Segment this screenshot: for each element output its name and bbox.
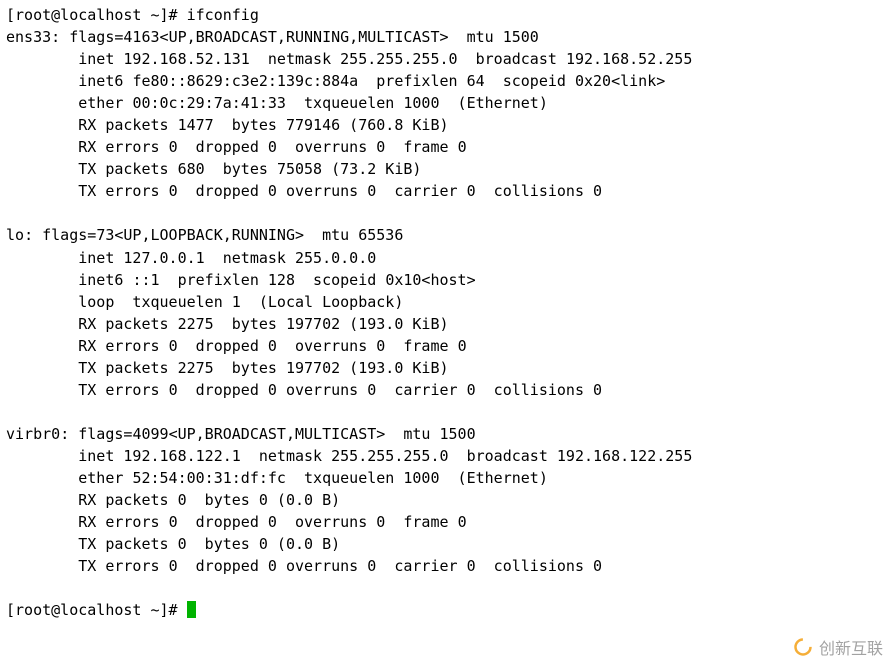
iface-virbr0-tx-errors: TX errors 0 dropped 0 overruns 0 carrier… bbox=[78, 557, 602, 575]
watermark-text: 创新互联 bbox=[819, 635, 883, 659]
iface-lo-tx-errors: TX errors 0 dropped 0 overruns 0 carrier… bbox=[78, 381, 602, 399]
iface-virbr0-tx-packets: TX packets 0 bytes 0 (0.0 B) bbox=[78, 535, 340, 553]
iface-lo-rx-packets: RX packets 2275 bytes 197702 (193.0 KiB) bbox=[78, 315, 448, 333]
iface-lo-tx-packets: TX packets 2275 bytes 197702 (193.0 KiB) bbox=[78, 359, 448, 377]
iface-ens33-inet6: inet6 fe80::8629:c3e2:139c:884a prefixle… bbox=[78, 72, 665, 90]
iface-ens33-header: ens33: flags=4163<UP,BROADCAST,RUNNING,M… bbox=[6, 28, 539, 46]
iface-ens33-tx-errors: TX errors 0 dropped 0 overruns 0 carrier… bbox=[78, 182, 602, 200]
iface-virbr0-inet: inet 192.168.122.1 netmask 255.255.255.0… bbox=[78, 447, 692, 465]
command-text: ifconfig bbox=[187, 6, 259, 24]
cursor-icon[interactable] bbox=[187, 601, 196, 618]
iface-lo-inet6: inet6 ::1 prefixlen 128 scopeid 0x10<hos… bbox=[78, 271, 475, 289]
iface-ens33-ether: ether 00:0c:29:7a:41:33 txqueuelen 1000 … bbox=[78, 94, 548, 112]
iface-virbr0-header: virbr0: flags=4099<UP,BROADCAST,MULTICAS… bbox=[6, 425, 476, 443]
iface-ens33-rx-packets: RX packets 1477 bytes 779146 (760.8 KiB) bbox=[78, 116, 448, 134]
iface-ens33-tx-packets: TX packets 680 bytes 75058 (73.2 KiB) bbox=[78, 160, 421, 178]
iface-virbr0-rx-packets: RX packets 0 bytes 0 (0.0 B) bbox=[78, 491, 340, 509]
terminal-output[interactable]: [root@localhost ~]# ifconfig ens33: flag… bbox=[0, 0, 891, 625]
shell-prompt: [root@localhost ~]# bbox=[6, 6, 187, 24]
watermark: 创新互联 bbox=[793, 635, 883, 659]
iface-ens33-rx-errors: RX errors 0 dropped 0 overruns 0 frame 0 bbox=[78, 138, 466, 156]
iface-lo-header: lo: flags=73<UP,LOOPBACK,RUNNING> mtu 65… bbox=[6, 226, 403, 244]
iface-ens33-inet: inet 192.168.52.131 netmask 255.255.255.… bbox=[78, 50, 692, 68]
iface-virbr0-rx-errors: RX errors 0 dropped 0 overruns 0 frame 0 bbox=[78, 513, 466, 531]
logo-icon bbox=[793, 637, 813, 657]
iface-lo-inet: inet 127.0.0.1 netmask 255.0.0.0 bbox=[78, 249, 376, 267]
iface-lo-rx-errors: RX errors 0 dropped 0 overruns 0 frame 0 bbox=[78, 337, 466, 355]
iface-virbr0-ether: ether 52:54:00:31:df:fc txqueuelen 1000 … bbox=[78, 469, 548, 487]
shell-prompt: [root@localhost ~]# bbox=[6, 601, 187, 619]
iface-lo-loop: loop txqueuelen 1 (Local Loopback) bbox=[78, 293, 403, 311]
